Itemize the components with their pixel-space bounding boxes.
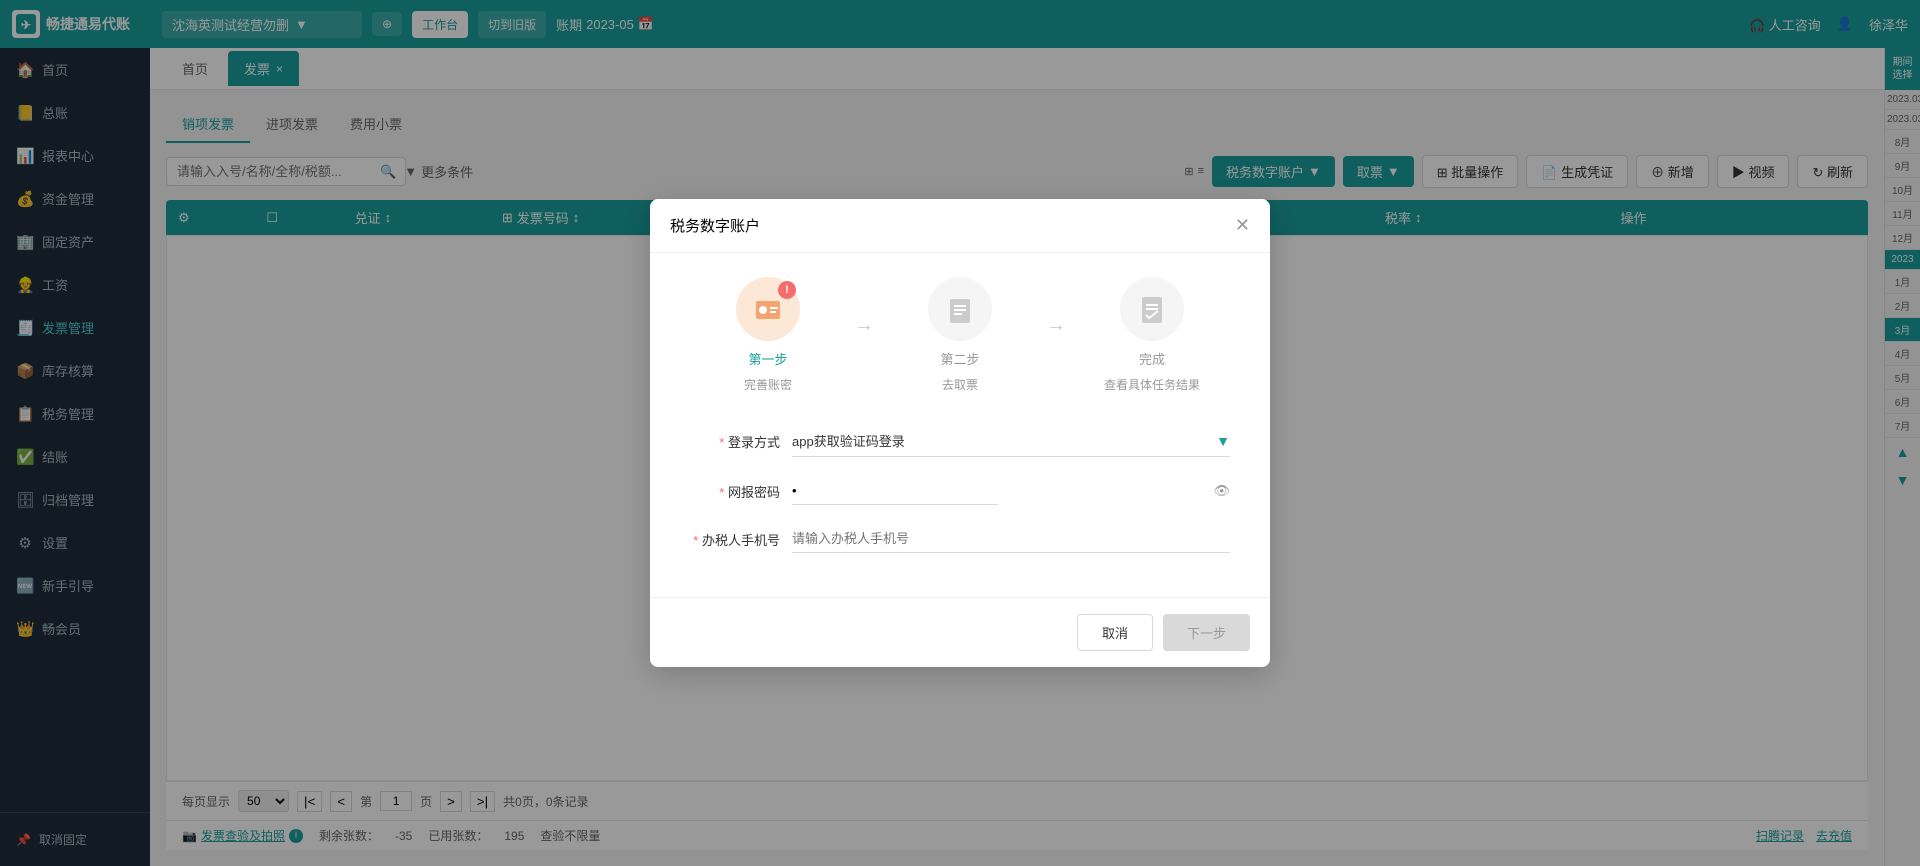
next-button[interactable]: 下一步 bbox=[1163, 614, 1250, 651]
step1-icon-wrap: ! bbox=[736, 277, 800, 341]
form-row-password: * 网报密码 👁 bbox=[690, 477, 1230, 505]
form-row-login-method: * 登录方式 app获取验证码登录 ▼ bbox=[690, 425, 1230, 457]
step1-title: 第一步 bbox=[748, 349, 787, 368]
steps: ! 第一步 完善账密 → bbox=[690, 277, 1230, 393]
modal-header: 税务数字账户 ✕ bbox=[650, 199, 1270, 253]
phone-label: * 办税人手机号 bbox=[690, 530, 780, 549]
password-label-text: 网报密码 bbox=[728, 485, 780, 500]
step-3: 完成 查看具体任务结果 bbox=[1074, 277, 1230, 393]
login-method-select[interactable]: app获取验证码登录 ▼ bbox=[792, 425, 1230, 457]
modal-body: ! 第一步 完善账密 → bbox=[650, 253, 1270, 597]
password-field-wrap: 👁 bbox=[792, 477, 1230, 505]
step-arrow-1: → bbox=[854, 314, 874, 337]
login-method-label-text: 登录方式 bbox=[728, 435, 780, 450]
step-1: ! 第一步 完善账密 bbox=[690, 277, 846, 393]
step2-icon-wrap bbox=[928, 277, 992, 341]
password-label: * 网报密码 bbox=[690, 482, 780, 501]
modal: 税务数字账户 ✕ ! bbox=[650, 199, 1270, 667]
login-method-label: * 登录方式 bbox=[690, 432, 780, 451]
modal-footer: 取消 下一步 bbox=[650, 597, 1270, 667]
cancel-button[interactable]: 取消 bbox=[1077, 614, 1153, 651]
step3-title: 完成 bbox=[1139, 349, 1165, 368]
step3-desc: 查看具体任务结果 bbox=[1104, 376, 1200, 393]
password-input[interactable] bbox=[792, 477, 998, 505]
modal-title: 税务数字账户 bbox=[670, 215, 760, 236]
form-row-phone: * 办税人手机号 bbox=[690, 525, 1230, 553]
step2-desc: 去取票 bbox=[942, 376, 978, 393]
step3-icon-wrap bbox=[1120, 277, 1184, 341]
phone-input[interactable] bbox=[792, 525, 1230, 553]
modal-close-btn[interactable]: ✕ bbox=[1235, 215, 1250, 236]
step-2: 第二步 去取票 bbox=[882, 277, 1038, 393]
step1-error-dot: ! bbox=[778, 281, 796, 299]
password-toggle-icon[interactable]: 👁 bbox=[1213, 483, 1230, 499]
login-method-arrow-icon: ▼ bbox=[1216, 433, 1230, 449]
phone-label-text: 办税人手机号 bbox=[702, 533, 780, 548]
step-arrow-2: → bbox=[1046, 314, 1066, 337]
login-method-value: app获取验证码登录 bbox=[792, 431, 905, 450]
modal-overlay[interactable]: 税务数字账户 ✕ ! bbox=[0, 0, 1920, 866]
step1-desc: 完善账密 bbox=[744, 376, 792, 393]
step2-title: 第二步 bbox=[940, 349, 979, 368]
